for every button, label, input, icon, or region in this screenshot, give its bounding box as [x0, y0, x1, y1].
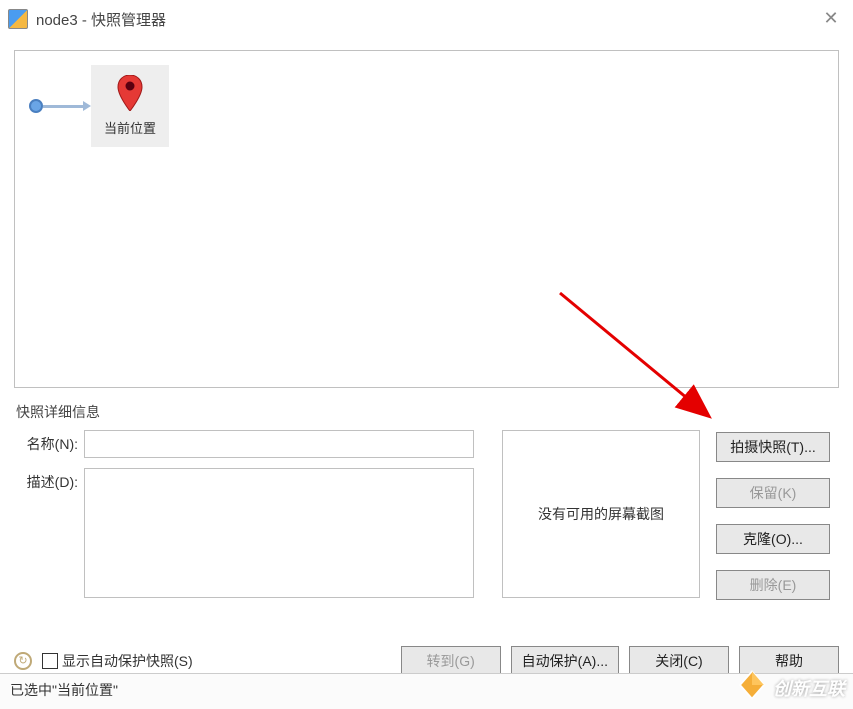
keep-button[interactable]: 保留(K): [716, 478, 830, 508]
auto-protect-button[interactable]: 自动保护(A)...: [511, 646, 619, 676]
app-icon: [8, 9, 28, 29]
clone-button[interactable]: 克隆(O)...: [716, 524, 830, 554]
current-position-label: 当前位置: [104, 118, 156, 137]
goto-button[interactable]: 转到(G): [401, 646, 501, 676]
timeline-track: 当前位置: [29, 65, 824, 147]
description-input[interactable]: [84, 468, 474, 598]
status-bar: 已选中"当前位置": [0, 673, 853, 709]
timeline-arrow-icon: [83, 101, 91, 111]
description-label: 描述(D):: [14, 468, 84, 492]
checkbox-label: 显示自动保护快照(S): [62, 651, 193, 671]
details-legend: 快照详细信息: [14, 404, 102, 420]
show-auto-protect-checkbox[interactable]: 显示自动保护快照(S): [42, 651, 193, 671]
title-bar: node3 - 快照管理器 ✕: [0, 0, 853, 38]
name-label: 名称(N):: [14, 430, 84, 454]
status-text: 已选中"当前位置": [10, 682, 118, 698]
take-snapshot-button[interactable]: 拍摄快照(T)...: [716, 432, 830, 462]
timeline-line: [43, 105, 83, 108]
watermark-logo-icon: [735, 668, 769, 707]
bottom-toolbar: ↻ 显示自动保护快照(S) 转到(G) 自动保护(A)... 关闭(C) 帮助: [14, 646, 839, 676]
preview-empty-text: 没有可用的屏幕截图: [538, 504, 664, 524]
watermark-text: 创新互联: [773, 675, 845, 701]
checkbox-box: [42, 653, 58, 669]
timeline-start-dot: [29, 99, 43, 113]
screenshot-preview: 没有可用的屏幕截图: [502, 430, 700, 598]
name-input[interactable]: [84, 430, 474, 458]
close-button[interactable]: 关闭(C): [629, 646, 729, 676]
snapshot-details: 快照详细信息 名称(N): 描述(D): 没有可用的屏幕截图 拍摄快照(T)..…: [14, 402, 839, 616]
map-pin-icon: [117, 75, 143, 116]
snapshot-timeline: 当前位置: [14, 50, 839, 388]
close-icon[interactable]: ✕: [819, 6, 843, 30]
window-title: node3 - 快照管理器: [36, 9, 166, 30]
current-position-tile[interactable]: 当前位置: [91, 65, 169, 147]
watermark: 创新互联: [735, 668, 845, 707]
delete-button[interactable]: 删除(E): [716, 570, 830, 600]
auto-protect-icon: ↻: [14, 652, 32, 670]
